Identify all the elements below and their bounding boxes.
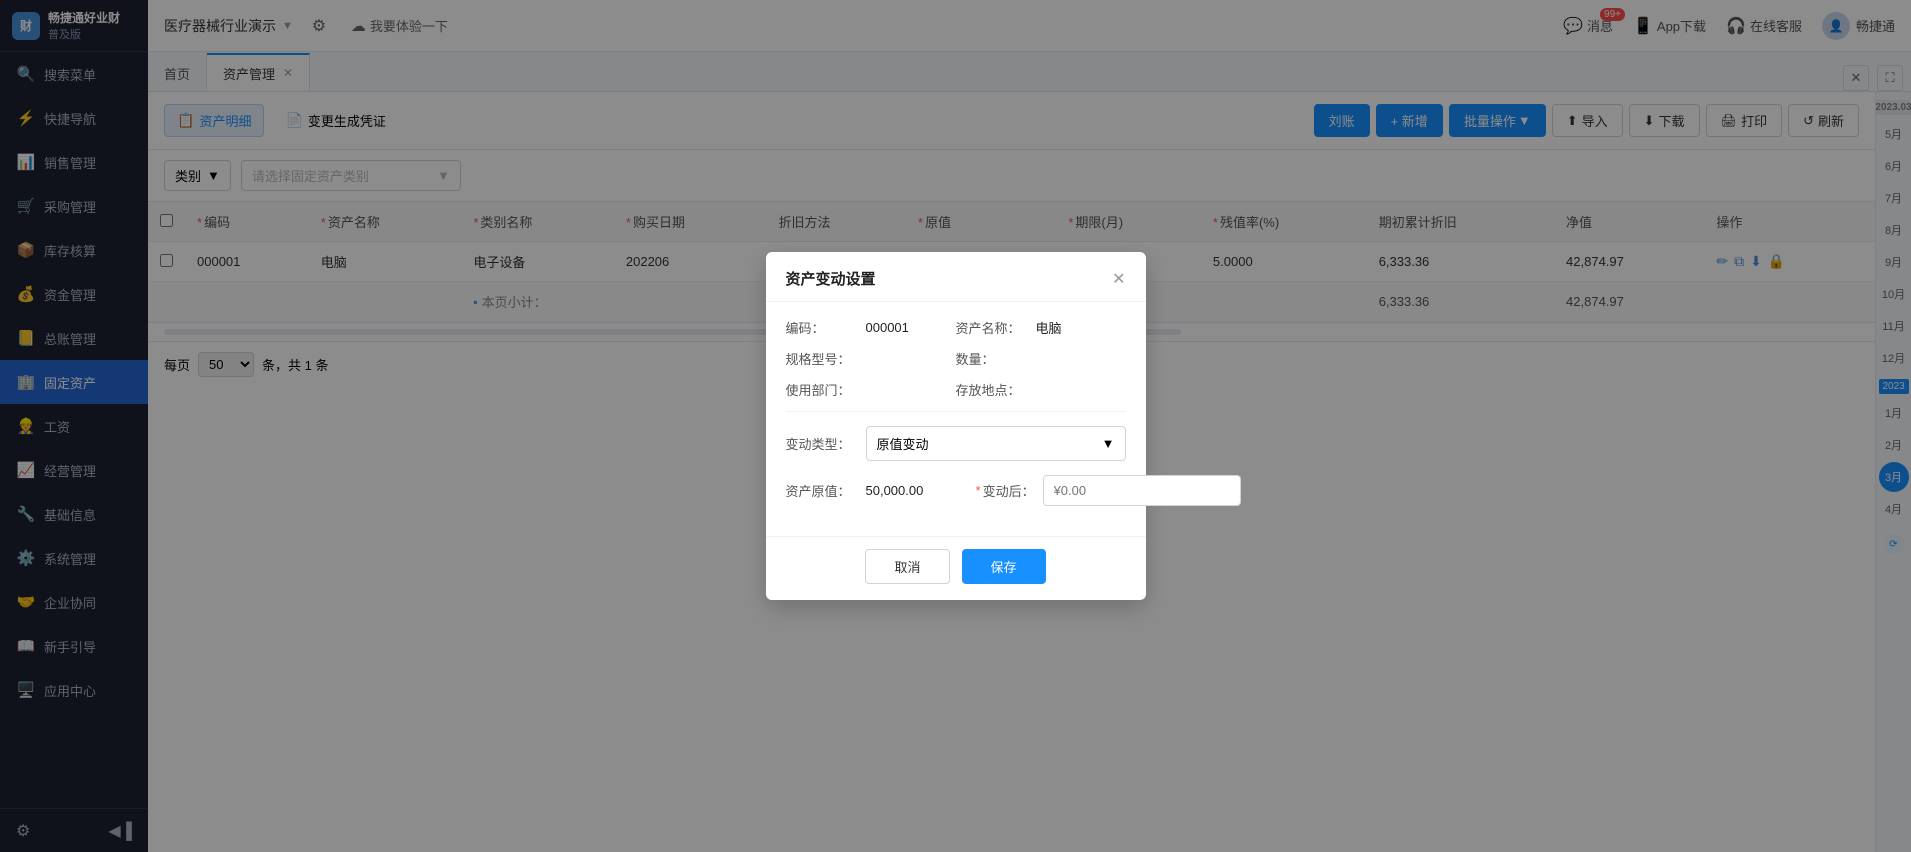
dialog-change-type-label: 变动类型： [786,434,866,453]
dialog-asset-name-label: 资产名称： [956,318,1036,337]
dialog-cancel-button[interactable]: 取消 [865,549,949,584]
dialog-change-type-row: 变动类型： 原值变动 ▼ [786,426,1126,461]
dialog-asset-value-value: 50,000.00 [866,483,956,498]
dialog-dept-label: 使用部门： [786,380,866,399]
dialog-overlay: 资产变动设置 ✕ 编码： 000001 资产名称： 电脑 规格型号： [0,0,1911,852]
chevron-down-icon: ▼ [1102,436,1115,451]
dialog-asset-name-value: 电脑 [1036,318,1126,337]
asset-change-dialog: 资产变动设置 ✕ 编码： 000001 资产名称： 电脑 规格型号： [766,252,1146,600]
dialog-change-type-value: 原值变动 [877,434,929,453]
dialog-code-label: 编码： [786,318,866,337]
dialog-code-value: 000001 [866,320,956,335]
dialog-save-button[interactable]: 保存 [962,549,1046,584]
dialog-footer: 取消 保存 [766,536,1146,600]
dialog-after-change-required: * [976,483,981,498]
dialog-after-change-input[interactable] [1043,475,1241,506]
dialog-value-row: 资产原值： 50,000.00 * 变动后： [786,475,1126,506]
dialog-spec-label: 规格型号： [786,349,866,368]
dialog-body: 编码： 000001 资产名称： 电脑 规格型号： 数量： [766,302,1146,536]
dialog-quantity-label: 数量： [956,349,1036,368]
dialog-title: 资产变动设置 [786,268,876,289]
dialog-header: 资产变动设置 ✕ [766,252,1146,302]
dialog-asset-value-label: 资产原值： [786,481,866,500]
dialog-close-button[interactable]: ✕ [1112,269,1125,289]
dialog-change-type-select[interactable]: 原值变动 ▼ [866,426,1126,461]
dialog-divider [786,411,1126,412]
dialog-info-row-1: 编码： 000001 资产名称： 电脑 [786,318,1126,337]
dialog-info-row-2: 规格型号： 数量： [786,349,1126,368]
dialog-info-row-3: 使用部门： 存放地点： [786,380,1126,399]
dialog-after-change-label: 变动后： [983,481,1043,500]
dialog-location-label: 存放地点： [956,380,1036,399]
